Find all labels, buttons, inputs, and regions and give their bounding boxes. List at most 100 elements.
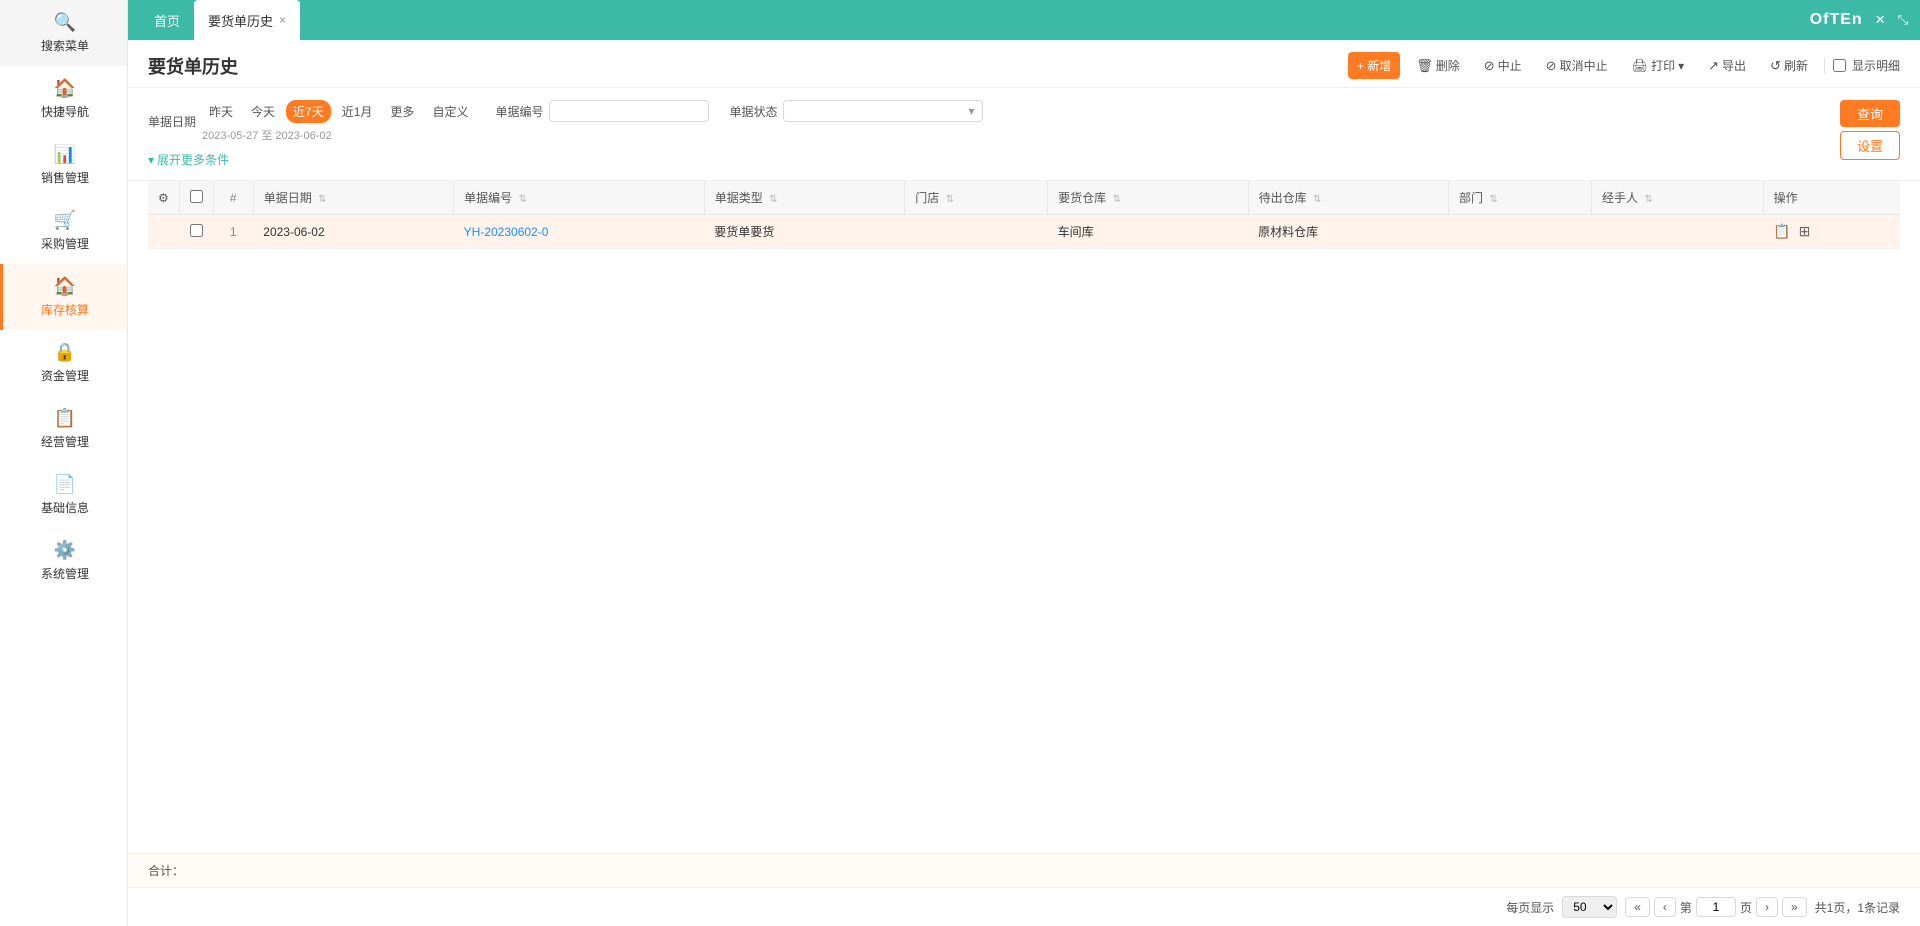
sort-icon-pending-warehouse: ⇅ xyxy=(1313,194,1321,205)
sales-mgmt-icon: 📊 xyxy=(54,144,76,165)
sidebar-item-basic-info[interactable]: 📄 基础信息 xyxy=(0,462,127,528)
sidebar-item-label: 库存核算 xyxy=(41,301,89,318)
date-btn-more[interactable]: 更多 xyxy=(383,100,421,123)
display-detail-checkbox[interactable] xyxy=(1833,59,1846,72)
sidebar-item-purchase-mgmt[interactable]: 🛒 采购管理 xyxy=(0,198,127,264)
sidebar-item-label: 快捷导航 xyxy=(41,103,89,120)
next-page-btn[interactable]: › xyxy=(1756,897,1778,917)
new-button[interactable]: + 新增 xyxy=(1348,52,1400,79)
date-btn-today[interactable]: 今天 xyxy=(244,100,282,123)
sidebar-item-quick-nav[interactable]: 🏠 快捷导航 xyxy=(0,66,127,132)
edit-action-icon[interactable]: 📋 xyxy=(1773,223,1790,240)
action-icons: 📋 ⊞ xyxy=(1773,223,1890,240)
date-btn-custom[interactable]: 自定义 xyxy=(425,100,475,123)
sidebar-item-finance-mgmt[interactable]: 🔒 资金管理 xyxy=(0,330,127,396)
date-btn-yesterday[interactable]: 昨天 xyxy=(202,100,240,123)
date-range-btns: 昨天 今天 近7天 近1月 更多 自定义 xyxy=(202,100,475,123)
refresh-icon: ↺ xyxy=(1770,58,1781,74)
td-handler xyxy=(1591,215,1763,249)
sort-icon-department: ⇅ xyxy=(1489,194,1497,205)
date-filter-label: 单据日期 xyxy=(148,113,196,130)
prev-page-btn[interactable]: ‹ xyxy=(1654,897,1676,917)
th-req-warehouse-label: 要货仓库 xyxy=(1058,191,1106,205)
basic-info-icon: 📄 xyxy=(54,474,76,495)
settings-button-label: 设置 xyxy=(1857,139,1883,154)
brand-label: OfTEn xyxy=(1810,11,1863,29)
export-button[interactable]: ↗ 导出 xyxy=(1700,53,1754,78)
th-pending-warehouse[interactable]: 待出仓库 ⇅ xyxy=(1248,181,1448,215)
table-footer: 合计： xyxy=(128,853,1920,887)
sidebar-item-inventory[interactable]: 🏠 库存核算 xyxy=(0,264,127,330)
cancel-stop-button[interactable]: ⊘ 取消中止 xyxy=(1538,53,1616,78)
date-btn-1month[interactable]: 近1月 xyxy=(335,100,380,123)
settings-button[interactable]: 设置 xyxy=(1840,131,1900,160)
topbar-close-icon[interactable]: ✕ xyxy=(1875,12,1886,28)
td-pending-warehouse: 原材料仓库 xyxy=(1248,215,1448,249)
th-doc-no[interactable]: 单据编号 ⇅ xyxy=(454,181,705,215)
sidebar-item-search-menu[interactable]: 🔍 搜索菜单 xyxy=(0,0,127,66)
doc-no-link[interactable]: YH-20230602-0 xyxy=(464,225,549,239)
td-row-settings xyxy=(148,215,179,249)
last-page-btn[interactable]: » xyxy=(1782,897,1807,917)
th-checkbox xyxy=(179,181,213,215)
select-all-checkbox[interactable] xyxy=(190,190,203,203)
display-detail-button[interactable]: 显示明细 xyxy=(1833,57,1900,74)
first-page-btn[interactable]: « xyxy=(1625,897,1650,917)
stop-button-label: 中止 xyxy=(1498,57,1522,74)
expand-conditions-button[interactable]: ▾ 展开更多条件 xyxy=(148,151,1840,168)
query-button[interactable]: 查询 xyxy=(1840,100,1900,127)
tab-requisition-history[interactable]: 要货单历史 × xyxy=(194,0,300,40)
new-button-label: + 新增 xyxy=(1357,57,1391,74)
filter-expand-row: ▾ 展开更多条件 xyxy=(148,151,1840,168)
tab-close-icon[interactable]: × xyxy=(279,13,286,27)
date-btn-7days[interactable]: 近7天 xyxy=(286,100,331,123)
sidebar-item-sales-mgmt[interactable]: 📊 销售管理 xyxy=(0,132,127,198)
doc-no-input[interactable] xyxy=(549,100,709,122)
doc-status-select[interactable]: ▾ xyxy=(783,100,983,122)
per-page-label: 每页显示 xyxy=(1506,899,1554,916)
th-pending-warehouse-label: 待出仓库 xyxy=(1259,191,1307,205)
stop-button[interactable]: ⊘ 中止 xyxy=(1476,53,1530,78)
page-input[interactable] xyxy=(1696,897,1736,917)
th-settings[interactable]: ⚙ xyxy=(148,181,179,215)
th-num: # xyxy=(213,181,253,215)
sort-icon-req-warehouse: ⇅ xyxy=(1113,194,1121,205)
filter-row-1: 单据日期 昨天 今天 近7天 近1月 更多 自定义 2 xyxy=(148,100,1840,143)
th-handler[interactable]: 经手人 ⇅ xyxy=(1591,181,1763,215)
th-department[interactable]: 部门 ⇅ xyxy=(1448,181,1591,215)
table-row[interactable]: 1 2023-06-02 YH-20230602-0 要货单要货 车间库 原材料… xyxy=(148,215,1900,249)
td-doc-type: 要货单要货 xyxy=(704,215,904,249)
topbar-resize-icon[interactable]: ⤡ xyxy=(1898,12,1908,28)
sidebar-item-label: 基础信息 xyxy=(41,499,89,516)
th-req-warehouse[interactable]: 要货仓库 ⇅ xyxy=(1048,181,1248,215)
sidebar-item-system-mgmt[interactable]: ⚙️ 系统管理 xyxy=(0,528,127,594)
delete-icon: 🗑 xyxy=(1416,58,1433,74)
sidebar-item-label: 搜索菜单 xyxy=(41,37,89,54)
filter-main: 单据日期 昨天 今天 近7天 近1月 更多 自定义 2 xyxy=(148,100,1840,168)
page-header: 要货单历史 + 新增 🗑 删除 ⊘ 中止 ⊘ 取消中止 🖨 xyxy=(128,40,1920,88)
date-range-text: 2023-05-27 至 2023-06-02 xyxy=(202,127,475,143)
print-button[interactable]: 🖨 打印 ▾ xyxy=(1624,53,1693,78)
th-doc-type[interactable]: 单据类型 ⇅ xyxy=(704,181,904,215)
th-store[interactable]: 门店 ⇅ xyxy=(905,181,1048,215)
print-icon: 🖨 xyxy=(1632,58,1649,74)
td-department xyxy=(1448,215,1591,249)
date-filter-item: 单据日期 昨天 今天 近7天 近1月 更多 自定义 2 xyxy=(148,100,475,143)
tab-home[interactable]: 首页 xyxy=(140,0,194,40)
th-doc-date[interactable]: 单据日期 ⇅ xyxy=(253,181,453,215)
cancel-stop-button-label: 取消中止 xyxy=(1560,57,1608,74)
table-header-row: ⚙ # 单据日期 ⇅ 单据编号 ⇅ xyxy=(148,181,1900,215)
topbar-right: OfTEn ✕ ⤡ xyxy=(1810,11,1908,29)
cancel-stop-icon: ⊘ xyxy=(1546,58,1557,74)
filter-row-wrap: 单据日期 昨天 今天 近7天 近1月 更多 自定义 2 xyxy=(148,100,1900,168)
delete-action-icon[interactable]: ⊞ xyxy=(1799,223,1811,240)
print-chevron-icon: ▾ xyxy=(1678,59,1684,73)
sidebar-item-operations-mgmt[interactable]: 📋 经营管理 xyxy=(0,396,127,462)
pagination-bar: 每页显示 50 100 200 « ‹ 第 页 › » 共1页，1条记录 xyxy=(128,887,1920,926)
row-checkbox[interactable] xyxy=(190,224,203,237)
th-action: 操作 xyxy=(1763,181,1900,215)
refresh-button[interactable]: ↺ 刷新 xyxy=(1762,53,1816,78)
per-page-select[interactable]: 50 100 200 xyxy=(1562,896,1617,918)
date-filter-block: 昨天 今天 近7天 近1月 更多 自定义 2023-05-27 至 2023-0… xyxy=(202,100,475,143)
delete-button[interactable]: 🗑 删除 xyxy=(1408,53,1468,78)
